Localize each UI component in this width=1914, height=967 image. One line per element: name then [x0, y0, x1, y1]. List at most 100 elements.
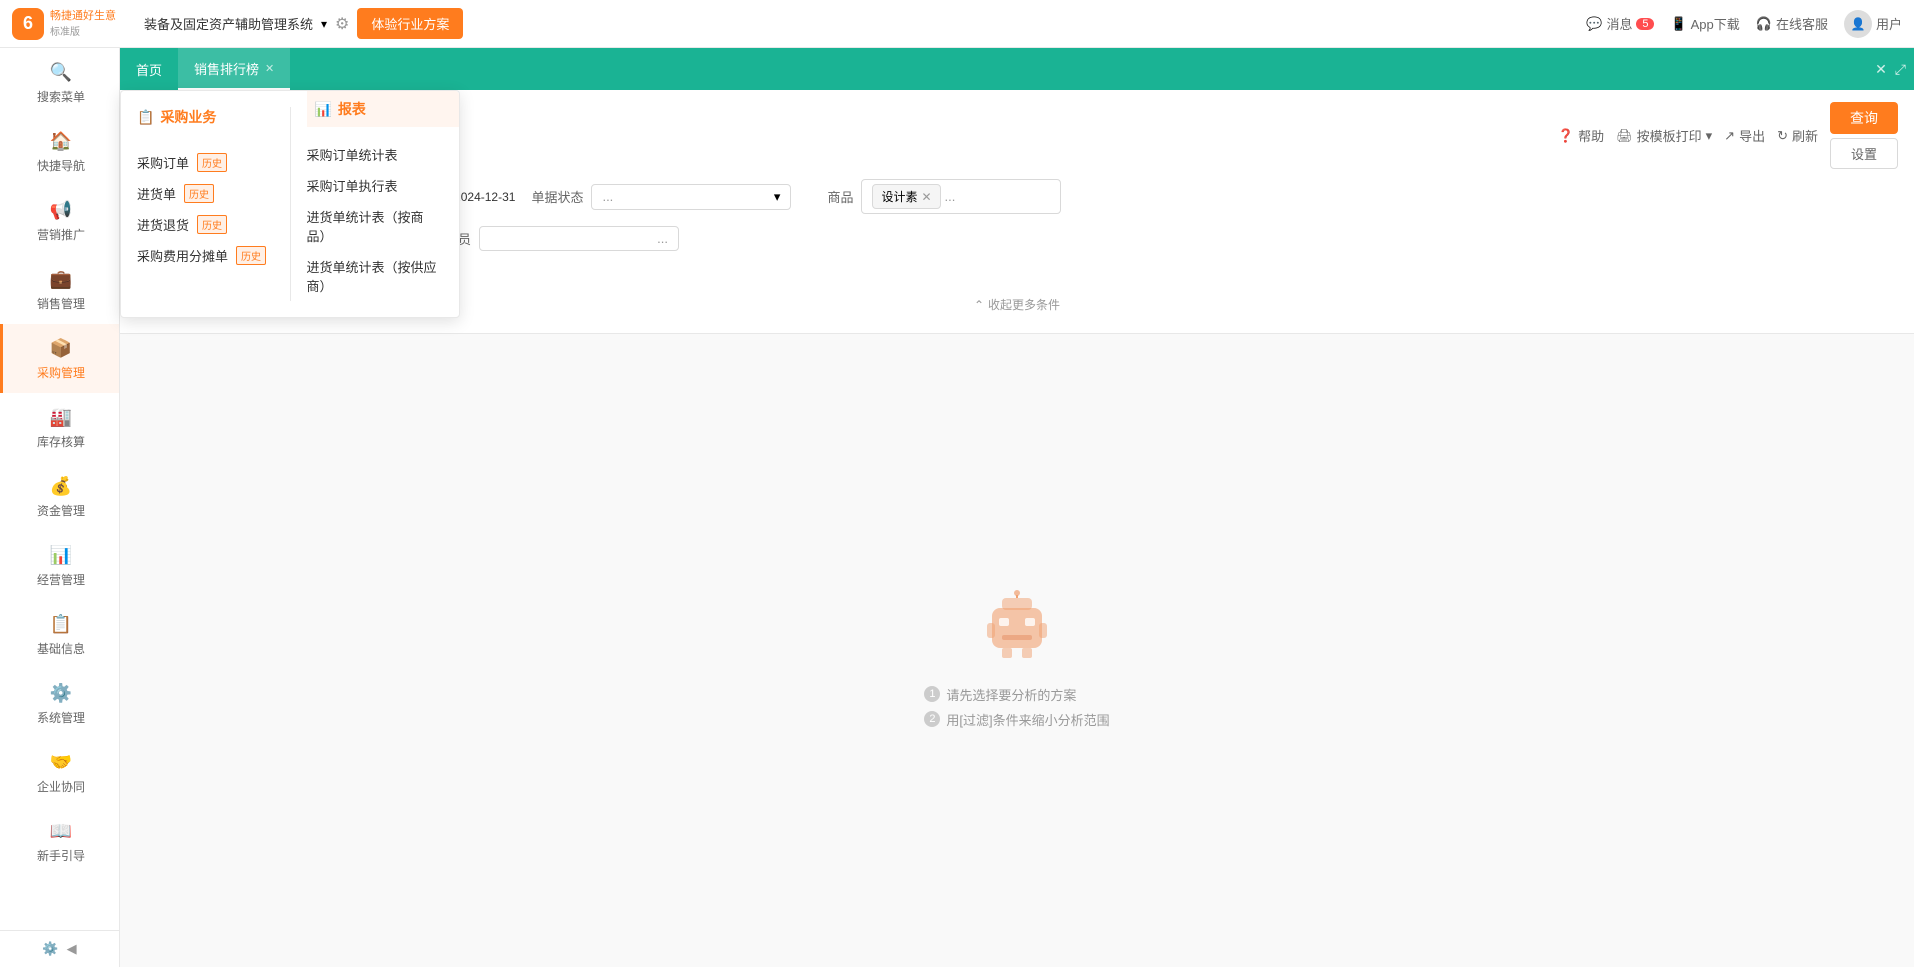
goods-label: 商品	[827, 187, 853, 206]
menu-item-label: 采购订单执行表	[307, 176, 398, 195]
app-logo-text: 畅捷通好生意	[50, 9, 116, 23]
settings-button[interactable]: 设置	[1830, 138, 1898, 169]
sidebar-item-sales[interactable]: 💼 销售管理	[0, 255, 119, 324]
dropdown-divider	[290, 107, 291, 301]
menu-item-report-receipt-supplier[interactable]: 进货单统计表（按供应商）	[307, 251, 444, 301]
salesperson-dots[interactable]: ...	[657, 231, 668, 246]
message-btn[interactable]: 💬 消息 5	[1586, 14, 1654, 33]
sidebar-item-purchase[interactable]: 📦 采购管理	[0, 324, 119, 393]
purchase-dropdown-menu: 📋 采购业务 采购订单 历史 进货单 历史 进货退货 历史 采购费用分摊单 历史	[120, 90, 460, 318]
sidebar: 🔍 搜索菜单 🏠 快捷导航 📢 营销推广 💼 销售管理 📦 采购管理 🏭 库存核…	[0, 48, 120, 967]
print-chevron: ▾	[1706, 128, 1713, 144]
app-download-btn[interactable]: 📱 App下载	[1670, 14, 1739, 33]
sidebar-item-operations[interactable]: 📊 经营管理	[0, 531, 119, 600]
tab-bar: 首页 销售排行榜 ✕ ✕ ⤢	[120, 48, 1914, 90]
menu-item-purchase-receipt[interactable]: 进货单 历史	[137, 178, 274, 209]
box-icon: 📦	[49, 336, 73, 360]
collapse-arrow-icon: ⌃	[974, 298, 984, 312]
print-icon: 🖨	[1616, 128, 1633, 144]
message-label: 消息	[1606, 14, 1632, 33]
query-button[interactable]: 查询	[1830, 102, 1898, 134]
app-logo-icon: 6	[12, 8, 44, 40]
refresh-icon: ↻	[1777, 128, 1788, 144]
menu-item-purchase-return[interactable]: 进货退货 历史	[137, 209, 274, 240]
handshake-icon: 🤝	[49, 750, 73, 774]
help-icon: ❓	[1558, 128, 1574, 144]
menu-item-report-receipt-goods[interactable]: 进货单统计表（按商品）	[307, 201, 444, 251]
tab-close-all-icon[interactable]: ✕	[1875, 61, 1887, 78]
print-btn[interactable]: 🖨 按模板打印 ▾	[1616, 102, 1712, 169]
goods-field[interactable]: 设计素 ✕ ...	[861, 179, 1061, 214]
doc-status-chevron: ▾	[774, 189, 781, 205]
salesperson-filter: 业务员 ...	[432, 226, 712, 251]
sidebar-item-search[interactable]: 🔍 搜索菜单	[0, 48, 119, 117]
message-icon: 💬	[1586, 16, 1602, 32]
sidebar-item-marketing[interactable]: 📢 营销推广	[0, 186, 119, 255]
menu-item-purchase-order[interactable]: 采购订单 历史	[137, 147, 274, 178]
salesperson-field[interactable]: ...	[479, 226, 679, 251]
export-btn[interactable]: ↗ 导出	[1724, 102, 1765, 169]
report-col-icon: 📊	[315, 101, 332, 118]
menu-item-report-order-stat[interactable]: 采购订单统计表	[307, 139, 444, 170]
sidebar-collapse-icon[interactable]: ◀	[67, 941, 77, 957]
chart-icon: 📊	[49, 543, 73, 567]
menu-item-label: 进货单统计表（按供应商）	[307, 257, 444, 295]
goods-filter: 商品 设计素 ✕ ...	[827, 179, 1107, 214]
message-badge: 5	[1636, 18, 1654, 30]
tab-expand-icon[interactable]: ⤢	[1895, 61, 1906, 78]
gear-icon[interactable]: ⚙	[335, 14, 349, 34]
help-btn[interactable]: ❓ 帮助	[1558, 102, 1604, 169]
tab-home[interactable]: 首页	[120, 48, 178, 90]
export-icon: ↗	[1724, 128, 1735, 144]
hist-badge: 历史	[197, 153, 227, 172]
purchase-col-icon: 📋	[137, 109, 154, 126]
refresh-btn[interactable]: ↻ 刷新	[1777, 102, 1818, 169]
sidebar-item-enterprise[interactable]: 🤝 企业协同	[0, 738, 119, 807]
home-icon: 🏠	[49, 129, 73, 153]
chevron-down-icon[interactable]: ▾	[321, 17, 327, 31]
sidebar-item-label: 营销推广	[37, 226, 85, 243]
system-title: 装备及固定资产辅助管理系统	[144, 14, 313, 33]
menu-item-purchase-expense[interactable]: 采购费用分摊单 历史	[137, 240, 274, 271]
dropdown-col-purchase: 📋 采购业务 采购订单 历史 进货单 历史 进货退货 历史 采购费用分摊单 历史	[137, 107, 274, 301]
settings-icon: ⚙️	[49, 681, 73, 705]
content-area: 1 请先选择要分析的方案 2 用[过滤]条件来缩小分析范围	[120, 334, 1914, 967]
date-end-value: 2024-12-31	[454, 190, 515, 204]
industry-btn[interactable]: 体验行业方案	[357, 8, 463, 39]
hist-badge: 历史	[197, 215, 227, 234]
empty-tips: 1 请先选择要分析的方案 2 用[过滤]条件来缩小分析范围	[924, 685, 1109, 729]
sidebar-item-finance[interactable]: 💰 资金管理	[0, 462, 119, 531]
user-btn[interactable]: 👤 用户	[1844, 10, 1902, 38]
headset-icon: 🎧	[1756, 16, 1772, 32]
menu-item-label: 采购订单	[137, 153, 189, 172]
menu-item-report-order-exec[interactable]: 采购订单执行表	[307, 170, 444, 201]
dropdown-report-title: 📊 报表	[307, 91, 460, 127]
tab-sales-rank[interactable]: 销售排行榜 ✕	[178, 48, 290, 90]
online-service-btn[interactable]: 🎧 在线客服	[1756, 14, 1828, 33]
megaphone-icon: 📢	[49, 198, 73, 222]
doc-status-select[interactable]: ... ▾	[591, 184, 791, 210]
sidebar-item-label: 销售管理	[37, 295, 85, 312]
top-bar: 6 畅捷通好生意 标准版 装备及固定资产辅助管理系统 ▾ ⚙ 体验行业方案 💬 …	[0, 0, 1914, 48]
goods-tag-close[interactable]: ✕	[921, 190, 931, 204]
sidebar-item-label: 系统管理	[37, 709, 85, 726]
logo-area: 6 畅捷通好生意 标准版	[12, 8, 132, 40]
tab-bar-right: ✕ ⤢	[1875, 61, 1914, 78]
sidebar-item-label: 新手引导	[37, 847, 85, 864]
sidebar-item-label: 资金管理	[37, 502, 85, 519]
tab-close-icon[interactable]: ✕	[265, 62, 274, 75]
sidebar-item-base-info[interactable]: 📋 基础信息	[0, 600, 119, 669]
sidebar-item-guide[interactable]: 📖 新手引导	[0, 807, 119, 876]
sidebar-item-inventory[interactable]: 🏭 库存核算	[0, 393, 119, 462]
search-icon: 🔍	[49, 60, 73, 84]
sidebar-item-label: 快捷导航	[37, 157, 85, 174]
sidebar-item-quick-nav[interactable]: 🏠 快捷导航	[0, 117, 119, 186]
sidebar-settings-icon[interactable]: ⚙️	[42, 941, 58, 957]
goods-dots[interactable]: ...	[945, 189, 956, 204]
book-icon: 📖	[49, 819, 73, 843]
menu-item-label: 进货退货	[137, 215, 189, 234]
sidebar-item-system[interactable]: ⚙️ 系统管理	[0, 669, 119, 738]
app-download-label: App下载	[1691, 14, 1740, 33]
app-logo-sub: 标准版	[50, 23, 116, 38]
sidebar-item-label: 经营管理	[37, 571, 85, 588]
